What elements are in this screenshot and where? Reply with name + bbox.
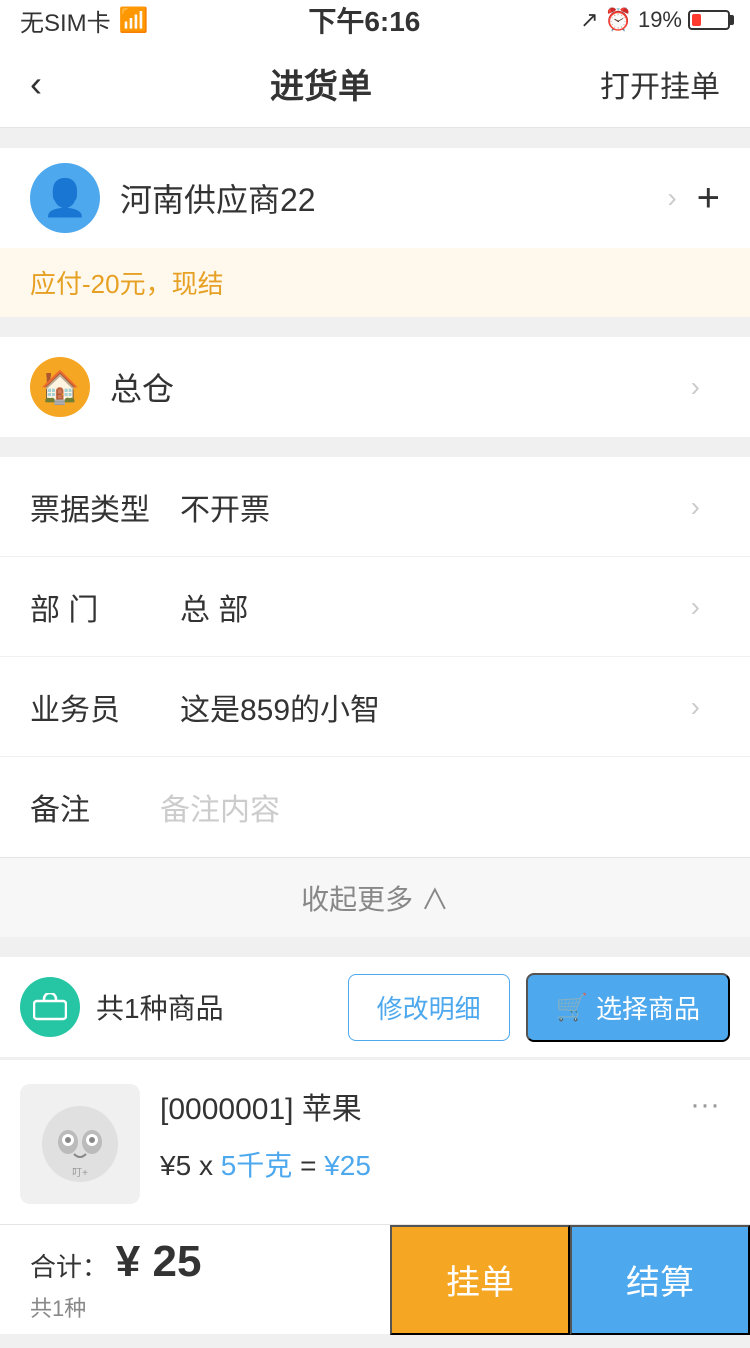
invoice-type-value: 不开票 — [160, 485, 691, 529]
supplier-chevron-icon: › — [667, 182, 676, 214]
warehouse-row[interactable]: 🏠 总仓 › — [0, 337, 750, 437]
invoice-type-chevron-icon: › — [691, 491, 700, 523]
total-section: 合计： ¥ 25 共1种 — [0, 1237, 390, 1323]
subtotal: ¥25 — [324, 1150, 371, 1181]
battery-percentage: 19% — [638, 7, 682, 33]
battery-icon — [688, 10, 730, 30]
select-product-label: 选择商品 — [596, 989, 700, 1026]
hang-order-button[interactable]: 挂单 — [390, 1225, 570, 1335]
total-label: 合计： — [30, 1252, 108, 1282]
person-icon: 👤 — [43, 177, 88, 219]
notice-bar: 应付-20元，现结 — [0, 248, 750, 317]
wifi-icon: 📶 — [119, 6, 149, 35]
total-amount: ¥ 25 — [116, 1237, 202, 1286]
warehouse-icon: 🏠 — [30, 357, 90, 417]
invoice-type-label: 票据类型 — [30, 485, 160, 529]
product-count-label: 共1种商品 — [96, 987, 348, 1027]
department-row[interactable]: 部 门 总 部 › — [0, 557, 750, 657]
collapse-bar[interactable]: 收起更多 ∧ — [0, 857, 750, 937]
location-icon: ↗ — [580, 7, 598, 33]
salesperson-value: 这是859的小智 — [160, 685, 691, 729]
warehouse-name: 总仓 — [110, 364, 691, 410]
total-count: 共1种 — [30, 1291, 360, 1323]
remark-label: 备注 — [30, 785, 160, 829]
product-apple: 苹果 — [302, 1093, 362, 1126]
carrier-text: 无SIM卡 — [20, 3, 111, 38]
nav-bar: ‹ 进货单 打开挂单 — [0, 40, 750, 128]
select-product-icon: 🛒 — [556, 992, 588, 1023]
status-right: ↗ ⏰ 19% — [580, 7, 730, 33]
unit-price: ¥5 — [160, 1150, 191, 1181]
add-supplier-button[interactable]: + — [697, 176, 720, 221]
salesperson-row[interactable]: 业务员 这是859的小智 › — [0, 657, 750, 757]
open-pending-button[interactable]: 打开挂单 — [600, 62, 720, 106]
salesperson-chevron-icon: › — [691, 691, 700, 723]
product-thumbnail: 叮+ — [20, 1084, 140, 1204]
product-price-row: ¥5 x 5千克 = ¥25 — [160, 1144, 680, 1184]
equals-sign: = — [300, 1150, 324, 1181]
status-bar: 无SIM卡 📶 下午6:16 ↗ ⏰ 19% — [0, 0, 750, 40]
supplier-name: 河南供应商22 — [120, 175, 667, 221]
supplier-avatar: 👤 — [30, 163, 100, 233]
product-section-icon — [20, 977, 80, 1037]
invoice-type-row[interactable]: 票据类型 不开票 › — [0, 457, 750, 557]
salesperson-label: 业务员 — [30, 685, 160, 729]
quantity: 5千克 — [221, 1150, 293, 1181]
select-product-button[interactable]: 🛒 选择商品 — [526, 973, 730, 1042]
product-more-button[interactable]: ··· — [680, 1084, 730, 1126]
collapse-label: 收起更多 ∧ — [301, 878, 449, 918]
bottom-bar: 合计： ¥ 25 共1种 挂单 结算 — [0, 1224, 750, 1334]
department-chevron-icon: › — [691, 591, 700, 623]
total-row: 合计： ¥ 25 — [30, 1237, 360, 1287]
product-name: [0000001] 苹果 — [160, 1084, 680, 1128]
warehouse-chevron-icon: › — [691, 371, 700, 403]
alarm-icon: ⏰ — [605, 7, 632, 33]
price-separator: x — [199, 1150, 221, 1181]
status-time: 下午6:16 — [308, 0, 420, 40]
page-title: 进货单 — [270, 59, 372, 108]
product-info: [0000001] 苹果 ¥5 x 5千克 = ¥25 — [160, 1084, 680, 1184]
back-button[interactable]: ‹ — [30, 63, 42, 105]
department-value: 总 部 — [160, 585, 691, 629]
department-label: 部 门 — [30, 585, 160, 629]
product-code: [0000001] — [160, 1093, 293, 1126]
product-header: 共1种商品 修改明细 🛒 选择商品 — [0, 957, 750, 1057]
form-section: 票据类型 不开票 › 部 门 总 部 › 业务员 这是859的小智 › 备注 备… — [0, 457, 750, 857]
svg-text:叮+: 叮+ — [72, 1168, 88, 1179]
status-left: 无SIM卡 📶 — [20, 3, 149, 38]
remark-placeholder: 备注内容 — [160, 785, 720, 829]
remark-row[interactable]: 备注 备注内容 — [0, 757, 750, 857]
edit-detail-button[interactable]: 修改明细 — [348, 974, 510, 1041]
checkout-button[interactable]: 结算 — [570, 1225, 750, 1335]
product-item: 叮+ [0000001] 苹果 ¥5 x 5千克 = ¥25 ··· — [0, 1059, 750, 1228]
notice-text: 应付-20元，现结 — [30, 269, 224, 299]
supplier-section[interactable]: 👤 河南供应商22 › + — [0, 148, 750, 248]
